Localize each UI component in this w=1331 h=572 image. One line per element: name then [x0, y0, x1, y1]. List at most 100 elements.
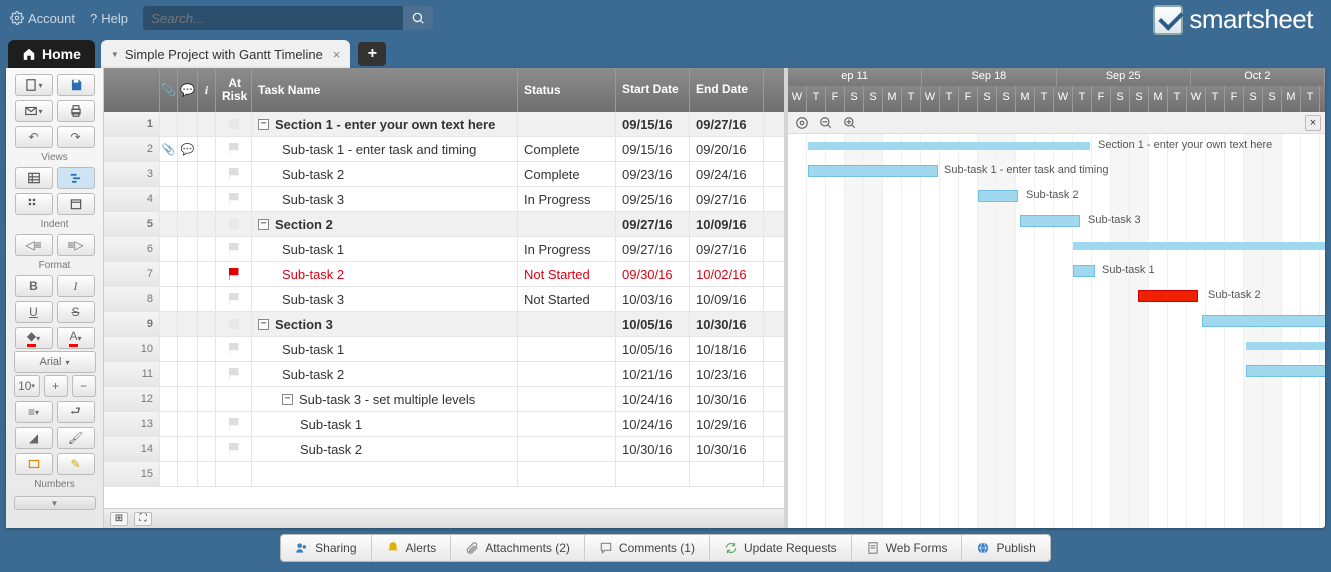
mail-button[interactable]: ▾ [15, 100, 53, 122]
fontsize-dropdown[interactable]: 10▾ [14, 375, 40, 397]
gantt-bar[interactable] [1202, 315, 1325, 327]
save-button[interactable] [57, 74, 95, 96]
search-button[interactable] [403, 6, 433, 30]
bold-icon: B [29, 279, 38, 293]
strike-button[interactable]: S [57, 301, 95, 323]
comment-column-icon[interactable]: 💬 [178, 68, 198, 112]
table-row[interactable]: 6Sub-task 1In Progress09/27/1609/27/16 [104, 237, 784, 262]
table-row[interactable]: 9−Section 310/05/1610/30/16 [104, 312, 784, 337]
search-icon [411, 11, 425, 25]
update-requests-button[interactable]: Update Requests [710, 535, 852, 561]
undo-button[interactable]: ↶ [15, 126, 53, 148]
gantt-zoomin-button[interactable] [842, 115, 858, 131]
table-row[interactable]: 8Sub-task 3Not Started10/03/1610/09/16 [104, 287, 784, 312]
format-painter-button[interactable]: 🖌 [57, 427, 95, 449]
table-row[interactable]: 13Sub-task 110/24/1610/29/16 [104, 412, 784, 437]
gantt-bar[interactable] [1073, 265, 1095, 277]
sheet-tab[interactable]: ▼ Simple Project with Gantt Timeline × [101, 40, 350, 68]
indent-button[interactable]: ≡▷ [57, 234, 95, 256]
gantt-bar[interactable] [808, 165, 938, 177]
webforms-button[interactable]: Web Forms [852, 535, 963, 561]
table-row[interactable]: 3Sub-task 2Complete09/23/1609/24/16 [104, 162, 784, 187]
collapse-icon[interactable]: − [258, 119, 269, 130]
gantt-zoomout-button[interactable] [818, 115, 834, 131]
redo-button[interactable]: ↷ [57, 126, 95, 148]
align-button[interactable]: ≡▾ [15, 401, 53, 423]
gantt-bar[interactable] [1246, 365, 1325, 377]
gantt-settings-button[interactable] [794, 115, 810, 131]
help-link[interactable]: ? Help [90, 11, 128, 26]
search-input[interactable] [143, 6, 403, 30]
account-link[interactable]: Account [10, 11, 75, 26]
paperclip-icon [465, 541, 479, 555]
collapse-icon[interactable]: − [258, 319, 269, 330]
align-icon: ≡ [28, 405, 35, 419]
gantt-bar[interactable] [1138, 290, 1198, 302]
grid-view-button[interactable] [15, 167, 53, 189]
clear-format-button[interactable]: ◢ [15, 427, 53, 449]
bold-button[interactable]: B [15, 275, 53, 297]
attachment-column-icon[interactable]: 📎 [160, 68, 178, 112]
risk-column-header[interactable]: At Risk [216, 68, 252, 112]
print-button[interactable] [57, 100, 95, 122]
underline-button[interactable]: U [15, 301, 53, 323]
home-tab[interactable]: Home [8, 40, 95, 68]
collapse-icon[interactable]: − [282, 394, 293, 405]
calendar-view-button[interactable] [57, 193, 95, 215]
flag-icon [229, 268, 239, 280]
status-column-header[interactable]: Status [518, 68, 616, 112]
new-tab-button[interactable]: + [358, 42, 386, 66]
font-color-icon: A [69, 329, 77, 347]
info-column-icon[interactable]: i [198, 68, 216, 112]
table-row[interactable]: 7Sub-task 2Not Started09/30/1610/02/16 [104, 262, 784, 287]
gantt-view-button[interactable] [57, 167, 95, 189]
start-column-header[interactable]: Start Date [616, 68, 690, 112]
outdent-button[interactable]: ◁≡ [15, 234, 53, 256]
highlight-button[interactable] [15, 453, 53, 475]
expand-button[interactable]: ⛶ [134, 512, 152, 526]
left-toolbar: ▾ ▾ ↶ ↷ Views Indent ◁≡ ≡▷ Format B I [6, 68, 104, 528]
gantt-bar[interactable] [1073, 242, 1325, 250]
conditional-button[interactable]: ✎ [57, 453, 95, 475]
table-row[interactable]: 12−Sub-task 3 - set multiple levels10/24… [104, 387, 784, 412]
publish-button[interactable]: Publish [962, 535, 1049, 561]
wrap-button[interactable]: ⮐ [57, 401, 95, 423]
more-chevron[interactable]: ▼ [14, 496, 96, 510]
fill-color-button[interactable]: ◆▾ [15, 327, 53, 349]
gantt-bar[interactable] [1020, 215, 1080, 227]
card-view-button[interactable] [15, 193, 53, 215]
table-row[interactable]: 15 [104, 462, 784, 487]
table-row[interactable]: 1−Section 1 - enter your own text here09… [104, 112, 784, 137]
alerts-button[interactable]: Alerts [372, 535, 452, 561]
new-button[interactable]: ▾ [15, 74, 53, 96]
table-row[interactable]: 4Sub-task 3In Progress09/25/1609/27/16 [104, 187, 784, 212]
italic-button[interactable]: I [57, 275, 95, 297]
task-column-header[interactable]: Task Name [252, 68, 518, 112]
table-row[interactable]: 2📎💬Sub-task 1 - enter task and timingCom… [104, 137, 784, 162]
calendar-icon [69, 197, 83, 211]
font-color-button[interactable]: A▾ [57, 327, 95, 349]
end-column-header[interactable]: End Date [690, 68, 764, 112]
home-icon [22, 47, 36, 61]
table-row[interactable]: 14Sub-task 210/30/1610/30/16 [104, 437, 784, 462]
gantt-bar[interactable] [808, 142, 1090, 150]
tab-close-icon[interactable]: × [333, 47, 341, 62]
gantt-bar[interactable] [1246, 342, 1325, 350]
fontsize-dec-button[interactable]: − [72, 375, 96, 397]
fontsize-inc-button[interactable]: + [44, 375, 68, 397]
attachments-button[interactable]: Attachments (2) [451, 535, 585, 561]
gantt-close-button[interactable]: × [1305, 115, 1321, 131]
add-row-button[interactable]: ⊞ [110, 512, 128, 526]
dropdown-icon[interactable]: ▼ [111, 50, 119, 59]
page-icon [24, 78, 38, 92]
comments-button[interactable]: Comments (1) [585, 535, 710, 561]
table-row[interactable]: 10Sub-task 110/05/1610/18/16 [104, 337, 784, 362]
sharing-button[interactable]: Sharing [281, 535, 371, 561]
zoom-out-icon [819, 116, 833, 130]
collapse-icon[interactable]: − [258, 219, 269, 230]
flag-icon [229, 293, 239, 305]
table-row[interactable]: 5−Section 209/27/1610/09/16 [104, 212, 784, 237]
gantt-bar[interactable] [978, 190, 1018, 202]
table-row[interactable]: 11Sub-task 210/21/1610/23/16 [104, 362, 784, 387]
font-dropdown[interactable]: Arial▾ [14, 351, 96, 373]
